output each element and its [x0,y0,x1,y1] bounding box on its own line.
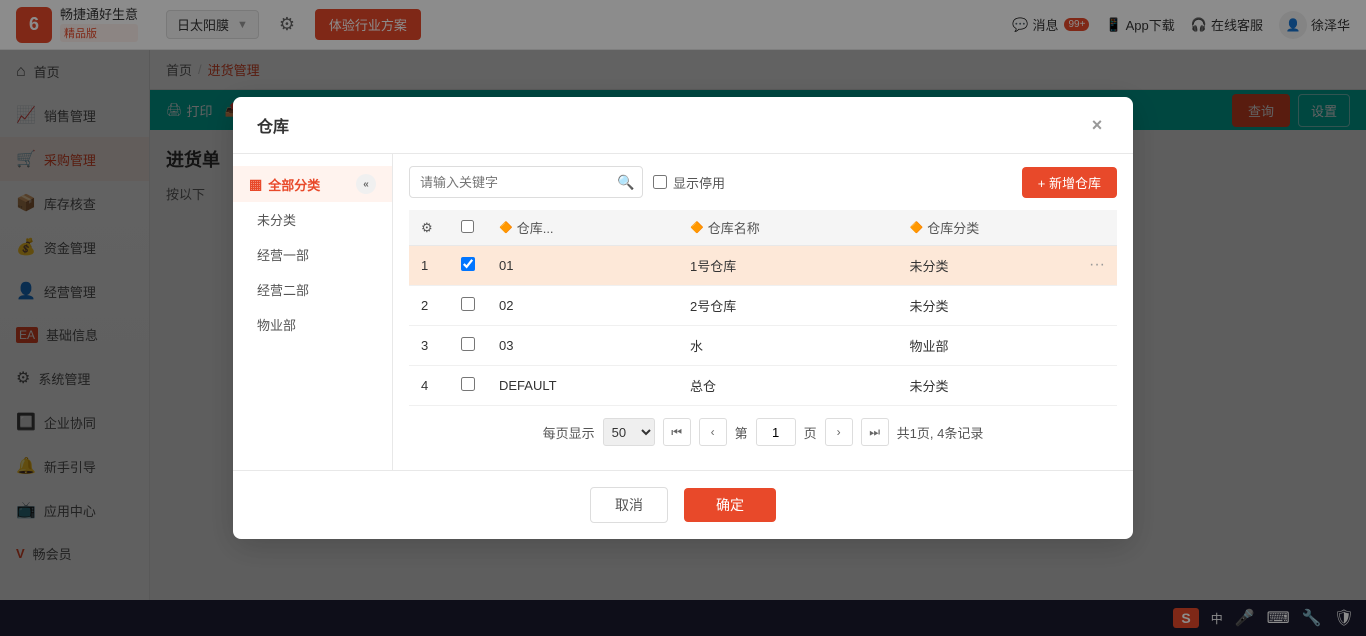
table-toolbar: 🔍 显示停用 + 新增仓库 [409,166,1117,198]
row-code: 03 [487,326,678,366]
category-item-dept2[interactable]: 经营二部 [233,272,392,307]
modal-title: 仓库 [257,113,289,137]
select-all-checkbox[interactable] [461,220,474,233]
modal-footer: 取消 确定 [233,470,1133,539]
row-code: 01 [487,246,678,286]
next-page-button[interactable]: › [825,418,853,446]
show-disabled-checkbox[interactable] [653,175,667,189]
col-checkbox [449,210,487,246]
row-category: 物业部 [898,326,1118,366]
first-page-button[interactable]: ⏮ [663,418,691,446]
modal-header: 仓库 × [233,97,1133,154]
add-warehouse-button[interactable]: + 新增仓库 [1022,167,1117,198]
row-category: 未分类 [898,366,1118,406]
col-code: 🔶 仓库... [487,210,678,246]
category-panel: ▦ 全部分类 « 未分类 经营一部 经营二部 物业部 [233,154,393,470]
page-size-select[interactable]: 50 100 [603,418,655,446]
col-name: 🔶 仓库名称 [678,210,897,246]
col-settings: ⚙ [409,210,449,246]
prev-page-button[interactable]: ‹ [699,418,727,446]
confirm-button[interactable]: 确定 [684,488,776,522]
cancel-button[interactable]: 取消 [590,487,668,523]
search-button[interactable]: 🔍 [610,166,642,198]
row-code: DEFAULT [487,366,678,406]
table-row[interactable]: 1 01 1号仓库 未分类 ··· [409,246,1117,286]
search-input[interactable] [410,175,610,190]
search-box: 🔍 [409,166,643,198]
warehouse-table: ⚙ 🔶 仓库... [409,210,1117,406]
page-number-input[interactable] [756,418,796,446]
table-row[interactable]: 2 02 2号仓库 未分类 [409,286,1117,326]
modal-overlay[interactable]: 仓库 × ▦ 全部分类 « 未分类 经营一部 经营二部 [0,0,1366,636]
collapse-button[interactable]: « [356,174,376,194]
row-number: 1 [409,246,449,286]
sort-icon-name: 🔶 [690,221,704,234]
category-item-property[interactable]: 物业部 [233,307,392,342]
row-number: 4 [409,366,449,406]
row-number: 2 [409,286,449,326]
row-checkbox[interactable] [449,366,487,406]
settings-col-icon: ⚙ [421,220,433,235]
warehouse-modal: 仓库 × ▦ 全部分类 « 未分类 经营一部 经营二部 [233,97,1133,539]
last-page-button[interactable]: ⏭ [861,418,889,446]
total-info: 共1页, 4条记录 [897,423,984,442]
row-name: 水 [678,326,897,366]
row-name: 总仓 [678,366,897,406]
modal-body: ▦ 全部分类 « 未分类 经营一部 经营二部 物业部 [233,154,1133,470]
row-category: 未分类 [898,286,1118,326]
row-number: 3 [409,326,449,366]
row-name: 1号仓库 [678,246,897,286]
table-row[interactable]: 4 DEFAULT 总仓 未分类 [409,366,1117,406]
modal-close-button[interactable]: × [1085,113,1109,137]
row-checkbox[interactable] [449,286,487,326]
table-row[interactable]: 3 03 水 物业部 [409,326,1117,366]
row-name: 2号仓库 [678,286,897,326]
row-code: 02 [487,286,678,326]
category-item-dept1[interactable]: 经营一部 [233,237,392,272]
row-more-icon[interactable]: ··· [1089,256,1105,274]
pagination: 每页显示 50 100 ⏮ ‹ 第 页 › ⏭ 共1页, 4条记录 [409,406,1117,458]
category-item-unclassified[interactable]: 未分类 [233,202,392,237]
sort-icon-category: 🔶 [910,221,924,234]
row-checkbox[interactable] [449,246,487,286]
col-category: 🔶 仓库分类 [898,210,1118,246]
row-checkbox[interactable] [449,326,487,366]
sort-icon-code: 🔶 [499,221,513,234]
show-disabled-toggle[interactable]: 显示停用 [653,173,725,192]
category-all-button[interactable]: ▦ 全部分类 « [233,166,392,202]
row-category: 未分类 ··· [898,246,1118,286]
table-panel: 🔍 显示停用 + 新增仓库 ⚙ [393,154,1133,470]
grid-icon: ▦ [249,176,262,193]
